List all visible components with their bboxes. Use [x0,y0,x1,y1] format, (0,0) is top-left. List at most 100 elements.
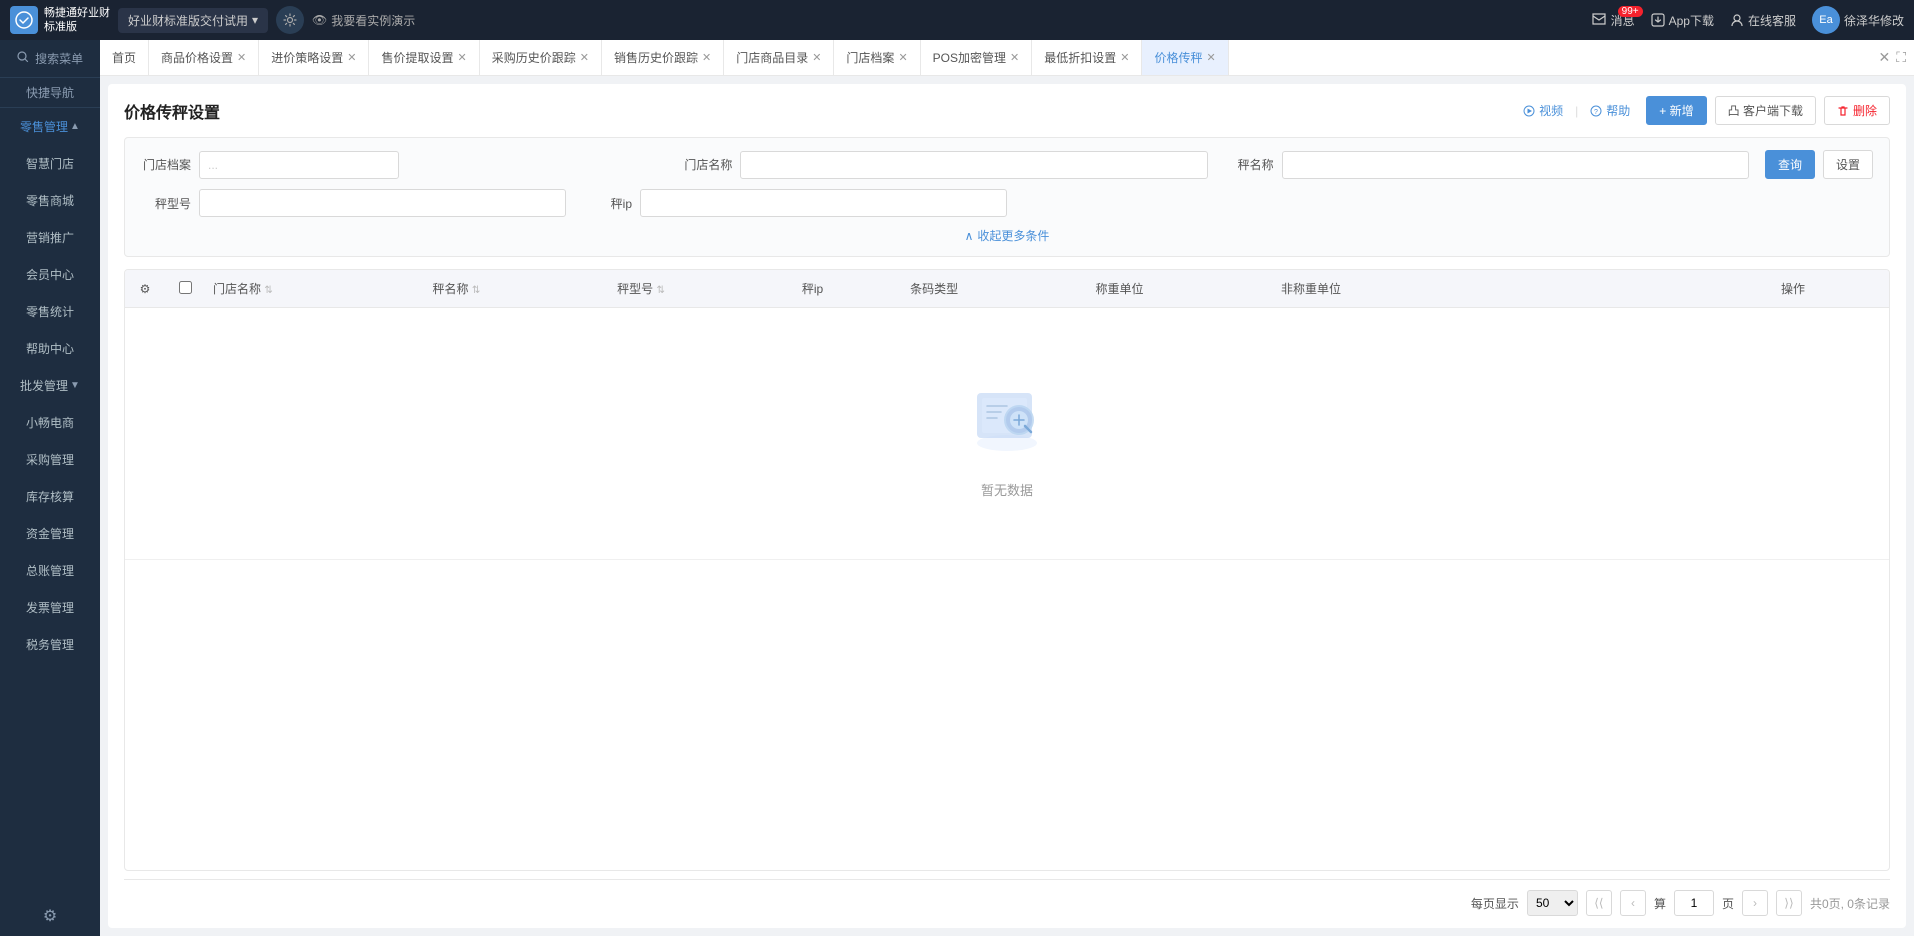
sidebar-item-retail-mall[interactable]: 零售商城 [0,182,100,219]
tab-close-icon[interactable]: ✕ [237,51,246,64]
tab-purchase-strategy[interactable]: 进价策略设置 ✕ [259,40,369,76]
last-page-button[interactable]: ⟩⟩ [1776,890,1802,916]
tab-close-icon[interactable]: ✕ [347,51,356,64]
select-all-checkbox[interactable] [179,281,192,294]
tab-close-icon[interactable]: ✕ [898,51,907,64]
sidebar-item-tax[interactable]: 税务管理 [0,626,100,663]
th-store-name[interactable]: 门店名称 ⇅ [205,270,424,308]
tab-commodity-price[interactable]: 商品价格设置 ✕ [149,40,259,76]
sort-icon: ⇅ [472,285,480,296]
tab-purchase-history[interactable]: 采购历史价跟踪 ✕ [480,40,602,76]
tab-bar: 首页 商品价格设置 ✕ 进价策略设置 ✕ 售价提取设置 ✕ 采购历史价跟踪 ✕ … [100,40,1914,76]
store-file-input[interactable]: ... [199,151,399,179]
dropdown-icon: ▾ [252,13,258,27]
svg-text:?: ? [1594,109,1598,116]
next-page-button[interactable]: › [1742,890,1768,916]
sidebar: 搜索菜单 快捷导航 零售管理 ▲ 智慧门店 零售商城 营销推广 会员中心 零售统… [0,40,100,936]
first-page-button[interactable]: ⟨⟨ [1586,890,1612,916]
tab-close-all-icon[interactable]: ✕ [1878,49,1890,66]
tab-close-icon[interactable]: ✕ [702,51,711,64]
page-number-input[interactable] [1674,890,1714,916]
tab-expand-icon[interactable]: ⛶ [1896,49,1906,66]
scale-model-label: 秤型号 [141,195,191,212]
sidebar-item-retail-stats[interactable]: 零售统计 [0,293,100,330]
chevron-down-icon: ▼ [70,380,80,391]
collapse-button[interactable]: ∧ 收起更多条件 [141,227,1873,244]
add-button[interactable]: + 新增 [1646,96,1706,125]
version-selector[interactable]: 好业财标准版交付试用 ▾ [118,8,268,33]
delete-button[interactable]: 删除 [1824,96,1890,125]
online-service-label: 在线客服 [1748,12,1796,29]
th-checkbox[interactable] [165,270,205,308]
sidebar-item-ecommerce[interactable]: 小畅电商 [0,404,100,441]
filter-store-name: 门店名称 [682,151,1207,179]
sidebar-item-member-center[interactable]: 会员中心 [0,256,100,293]
download-button[interactable]: 凸 客户端下载 [1715,96,1816,125]
prev-page-button[interactable]: ‹ [1620,890,1646,916]
tab-close-icon[interactable]: ✕ [458,51,467,64]
empty-icon [957,368,1057,468]
user-avatar: Ea [1812,6,1840,34]
logo-text: 畅捷通好业财 标准版 [44,6,110,35]
sidebar-item-help-center[interactable]: 帮助中心 [0,330,100,367]
page-actions: + 新增 凸 客户端下载 删除 [1646,96,1890,125]
th-scale-name[interactable]: 秤名称 ⇅ [424,270,609,308]
page-header: 价格传秤设置 视频 | ? 帮助 + 新增 [124,96,1890,125]
sidebar-item-invoice[interactable]: 发票管理 [0,589,100,626]
help-link[interactable]: ? 帮助 [1590,102,1630,119]
filter-scale-model: 秤型号 [141,189,566,217]
page-content: 价格传秤设置 视频 | ? 帮助 + 新增 [108,84,1906,928]
tab-close-icon[interactable]: ✕ [1010,51,1019,64]
scale-ip-input[interactable] [640,189,1007,217]
store-name-input[interactable] [740,151,1207,179]
sidebar-item-wholesale-management[interactable]: 批发管理 ▼ [0,367,100,404]
user-name: 徐泽华修改 [1844,12,1904,29]
empty-text: 暂无数据 [981,480,1033,499]
sidebar-item-inventory[interactable]: 库存核算 [0,478,100,515]
chevron-up-icon: ∧ [965,229,974,243]
tab-home[interactable]: 首页 [100,40,149,76]
sidebar-item-finance[interactable]: 资金管理 [0,515,100,552]
filter-store-file: 门店档案 ... [141,151,666,179]
tab-selling-price[interactable]: 售价提取设置 ✕ [369,40,479,76]
sidebar-search[interactable]: 搜索菜单 [0,40,100,78]
data-table: ⚙ 门店名称 ⇅ 秤名称 ⇅ [125,270,1889,560]
empty-state: 暂无数据 [125,308,1889,559]
demo-link[interactable]: 👁 我要看实例演示 [312,12,415,29]
page-label: 算 [1654,895,1666,912]
tab-close-icon[interactable]: ✕ [812,51,821,64]
tab-min-discount[interactable]: 最低折扣设置 ✕ [1032,40,1142,76]
page-suffix: 页 [1722,895,1734,912]
message-button[interactable]: 消息 99+ [1591,12,1635,29]
tab-close-icon[interactable]: ✕ [580,51,589,64]
message-badge: 99+ [1618,6,1643,17]
video-link[interactable]: 视频 [1523,102,1563,119]
sidebar-item-smart-store[interactable]: 智慧门店 [0,145,100,182]
per-page-select[interactable]: 50 20 100 [1527,890,1578,916]
scale-ip-label: 秤ip [582,195,632,212]
sidebar-gear-icon[interactable]: ⚙ [0,896,100,936]
tab-sales-history[interactable]: 销售历史价跟踪 ✕ [602,40,724,76]
tab-store-file[interactable]: 门店档案 ✕ [834,40,920,76]
sidebar-item-marketing[interactable]: 营销推广 [0,219,100,256]
settings-config-button[interactable]: 设置 [1823,150,1873,179]
per-page-label: 每页显示 [1471,895,1519,912]
query-button[interactable]: 查询 [1765,150,1815,179]
settings-icon[interactable] [276,6,304,34]
tab-price-scale[interactable]: 价格传秤 ✕ [1142,40,1228,76]
th-scale-model[interactable]: 秤型号 ⇅ [609,270,794,308]
tab-store-catalog[interactable]: 门店商品目录 ✕ [724,40,834,76]
scale-name-input[interactable] [1282,151,1749,179]
sidebar-item-retail-management[interactable]: 零售管理 ▲ [0,108,100,145]
tab-close-icon[interactable]: ✕ [1206,51,1215,64]
tab-close-icon[interactable]: ✕ [1120,51,1129,64]
th-gear[interactable]: ⚙ [125,270,165,308]
app-download-button[interactable]: App下载 [1651,12,1714,29]
sidebar-item-purchase-management[interactable]: 采购管理 [0,441,100,478]
sidebar-item-general-ledger[interactable]: 总账管理 [0,552,100,589]
sidebar-quick-nav[interactable]: 快捷导航 [0,78,100,108]
user-profile[interactable]: Ea 徐泽华修改 [1812,6,1904,34]
online-service-button[interactable]: 在线客服 [1730,12,1796,29]
scale-model-input[interactable] [199,189,566,217]
tab-pos-management[interactable]: POS加密管理 ✕ [921,40,1033,76]
